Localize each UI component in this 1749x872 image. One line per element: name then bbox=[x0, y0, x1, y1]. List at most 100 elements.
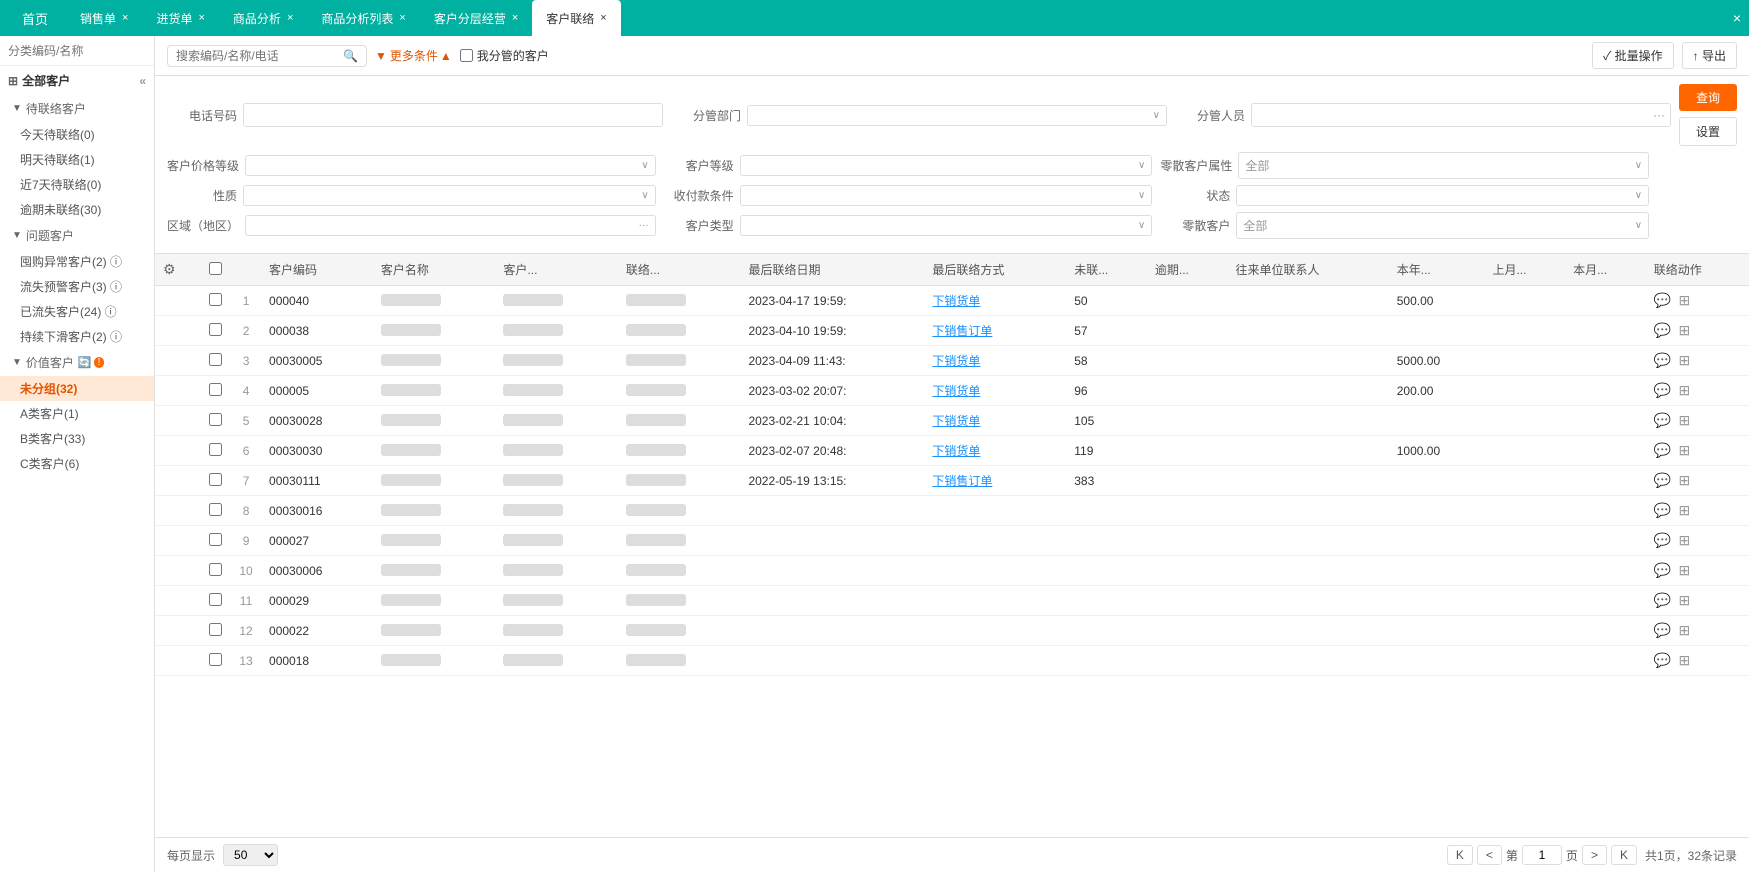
more-action-btn[interactable]: ⊞ bbox=[1679, 352, 1691, 368]
my-customers-checkbox[interactable]: 我分管的客户 bbox=[460, 47, 549, 64]
more-action-btn[interactable]: ⊞ bbox=[1679, 532, 1691, 548]
contact-col-header[interactable]: 联络... bbox=[618, 254, 741, 286]
contact-btn[interactable]: 💬 bbox=[1654, 532, 1671, 548]
row-checkbox-cell[interactable] bbox=[201, 286, 231, 316]
last-contact-date-col-header[interactable]: 最后联络日期 bbox=[740, 254, 924, 286]
sidebar-item-churn-warning[interactable]: 流失预警客户(3) ⓘ bbox=[0, 274, 154, 299]
row-checkbox-cell[interactable] bbox=[201, 616, 231, 646]
row-checkbox[interactable] bbox=[209, 533, 222, 546]
tab-purchase[interactable]: 进货单 × bbox=[142, 0, 218, 36]
row-last-contact-way[interactable] bbox=[924, 586, 1066, 616]
prev-page-btn[interactable]: < bbox=[1477, 845, 1502, 865]
row-last-contact-way[interactable] bbox=[924, 646, 1066, 676]
contact-btn[interactable]: 💬 bbox=[1654, 592, 1671, 608]
sidebar-item-hoarding[interactable]: 囤购异常客户(2) ⓘ bbox=[0, 249, 154, 274]
batch-op-button[interactable]: ✓ 批量操作 bbox=[1592, 42, 1674, 69]
contact-btn[interactable]: 💬 bbox=[1654, 562, 1671, 578]
more-action-btn[interactable]: ⊞ bbox=[1679, 382, 1691, 398]
sidebar-item-7days[interactable]: 近7天待联络(0) bbox=[0, 172, 154, 197]
contact-btn[interactable]: 💬 bbox=[1654, 352, 1671, 368]
manager-input[interactable] bbox=[1251, 103, 1671, 127]
search-input[interactable] bbox=[176, 49, 343, 63]
checkbox-col-header[interactable] bbox=[201, 254, 231, 286]
status-select[interactable]: ∨ bbox=[1236, 185, 1649, 206]
row-last-contact-way[interactable] bbox=[924, 526, 1066, 556]
row-checkbox-cell[interactable] bbox=[201, 466, 231, 496]
contact-btn[interactable]: 💬 bbox=[1654, 382, 1671, 398]
my-customers-check[interactable] bbox=[460, 49, 473, 62]
this-year-col-header[interactable]: 本年... bbox=[1389, 254, 1485, 286]
last-contact-way-col-header[interactable]: 最后联络方式 bbox=[924, 254, 1066, 286]
row-checkbox[interactable] bbox=[209, 323, 222, 336]
retail-customer-select[interactable]: 全部 ∨ bbox=[1236, 212, 1649, 239]
close-product-analysis-list-tab[interactable]: × bbox=[399, 12, 405, 24]
dept-select[interactable]: ∨ bbox=[747, 105, 1167, 126]
contact-btn[interactable]: 💬 bbox=[1654, 412, 1671, 428]
contact-btn[interactable]: 💬 bbox=[1654, 442, 1671, 458]
more-action-btn[interactable]: ⊞ bbox=[1679, 592, 1691, 608]
next-page-btn[interactable]: > bbox=[1582, 845, 1607, 865]
row-checkbox[interactable] bbox=[209, 353, 222, 366]
export-button[interactable]: ↑ 导出 bbox=[1682, 42, 1737, 69]
reset-button[interactable]: 设置 bbox=[1679, 117, 1737, 146]
last-month-col-header[interactable]: 上月... bbox=[1484, 254, 1565, 286]
pending-contact-title[interactable]: ▼ 待联络客户 bbox=[0, 95, 154, 122]
row-last-contact-way[interactable]: 下销货单 bbox=[924, 376, 1066, 406]
row-checkbox[interactable] bbox=[209, 473, 222, 486]
collapse-btn[interactable]: « bbox=[139, 74, 146, 88]
search-icon[interactable]: 🔍 bbox=[343, 49, 358, 63]
row-last-contact-way[interactable]: 下销货单 bbox=[924, 406, 1066, 436]
sidebar-item-declining[interactable]: 持续下滑客户(2) ⓘ bbox=[0, 324, 154, 349]
row-checkbox[interactable] bbox=[209, 503, 222, 516]
more-action-btn[interactable]: ⊞ bbox=[1679, 412, 1691, 428]
tab-sales[interactable]: 销售单 × bbox=[66, 0, 142, 36]
all-customers-header[interactable]: ⊞ 全部客户 « bbox=[0, 66, 154, 95]
row-checkbox[interactable] bbox=[209, 593, 222, 606]
contact-btn[interactable]: 💬 bbox=[1654, 292, 1671, 308]
row-checkbox[interactable] bbox=[209, 653, 222, 666]
row-checkbox-cell[interactable] bbox=[201, 436, 231, 466]
more-action-btn[interactable]: ⊞ bbox=[1679, 652, 1691, 668]
close-customer-contact-tab[interactable]: × bbox=[600, 12, 606, 24]
problem-customers-title[interactable]: ▼ 问题客户 bbox=[0, 222, 154, 249]
sidebar-item-class-c[interactable]: C类客户(6) bbox=[0, 451, 154, 476]
contact-btn[interactable]: 💬 bbox=[1654, 472, 1671, 488]
row-checkbox-cell[interactable] bbox=[201, 406, 231, 436]
row-checkbox[interactable] bbox=[209, 293, 222, 306]
more-action-btn[interactable]: ⊞ bbox=[1679, 442, 1691, 458]
no-contact-col-header[interactable]: 未联... bbox=[1066, 254, 1147, 286]
row-last-contact-way[interactable]: 下销售订单 bbox=[924, 316, 1066, 346]
select-all-checkbox[interactable] bbox=[209, 262, 222, 275]
more-conditions-btn[interactable]: ▼ 更多条件 ▲ bbox=[375, 47, 452, 64]
manager-dots[interactable]: ··· bbox=[1653, 108, 1665, 122]
region-select[interactable]: ··· bbox=[245, 215, 656, 236]
close-customer-segment-tab[interactable]: × bbox=[512, 12, 518, 24]
value-customers-title[interactable]: ▼ 价值客户 🔄 ! bbox=[0, 349, 154, 376]
contact-btn[interactable]: 💬 bbox=[1654, 652, 1671, 668]
sidebar-item-tomorrow[interactable]: 明天待联络(1) bbox=[0, 147, 154, 172]
row-checkbox-cell[interactable] bbox=[201, 316, 231, 346]
sidebar-item-overdue-contact[interactable]: 逾期未联络(30) bbox=[0, 197, 154, 222]
row-last-contact-way[interactable] bbox=[924, 616, 1066, 646]
payment-select[interactable]: ∨ bbox=[740, 185, 1153, 206]
price-level-select[interactable]: ∨ bbox=[245, 155, 656, 176]
sidebar-item-churned[interactable]: 已流失客户(24) ⓘ bbox=[0, 299, 154, 324]
category-col-header[interactable]: 客户... bbox=[495, 254, 618, 286]
last-page-btn[interactable]: K bbox=[1611, 845, 1637, 865]
home-tab[interactable]: 首页 bbox=[8, 0, 62, 36]
page-size-select[interactable]: 50 20 100 bbox=[223, 844, 278, 866]
row-checkbox-cell[interactable] bbox=[201, 586, 231, 616]
more-action-btn[interactable]: ⊞ bbox=[1679, 562, 1691, 578]
code-col-header[interactable]: 客户编码 bbox=[261, 254, 373, 286]
first-page-btn[interactable]: K bbox=[1447, 845, 1473, 865]
row-checkbox-cell[interactable] bbox=[201, 346, 231, 376]
row-last-contact-way[interactable] bbox=[924, 496, 1066, 526]
row-last-contact-way[interactable]: 下销货单 bbox=[924, 286, 1066, 316]
row-checkbox-cell[interactable] bbox=[201, 556, 231, 586]
row-last-contact-way[interactable]: 下销货单 bbox=[924, 346, 1066, 376]
page-number-input[interactable] bbox=[1522, 845, 1562, 865]
unit-contact-col-header[interactable]: 往来单位联系人 bbox=[1228, 254, 1389, 286]
row-checkbox[interactable] bbox=[209, 623, 222, 636]
more-action-btn[interactable]: ⊞ bbox=[1679, 322, 1691, 338]
row-checkbox[interactable] bbox=[209, 383, 222, 396]
